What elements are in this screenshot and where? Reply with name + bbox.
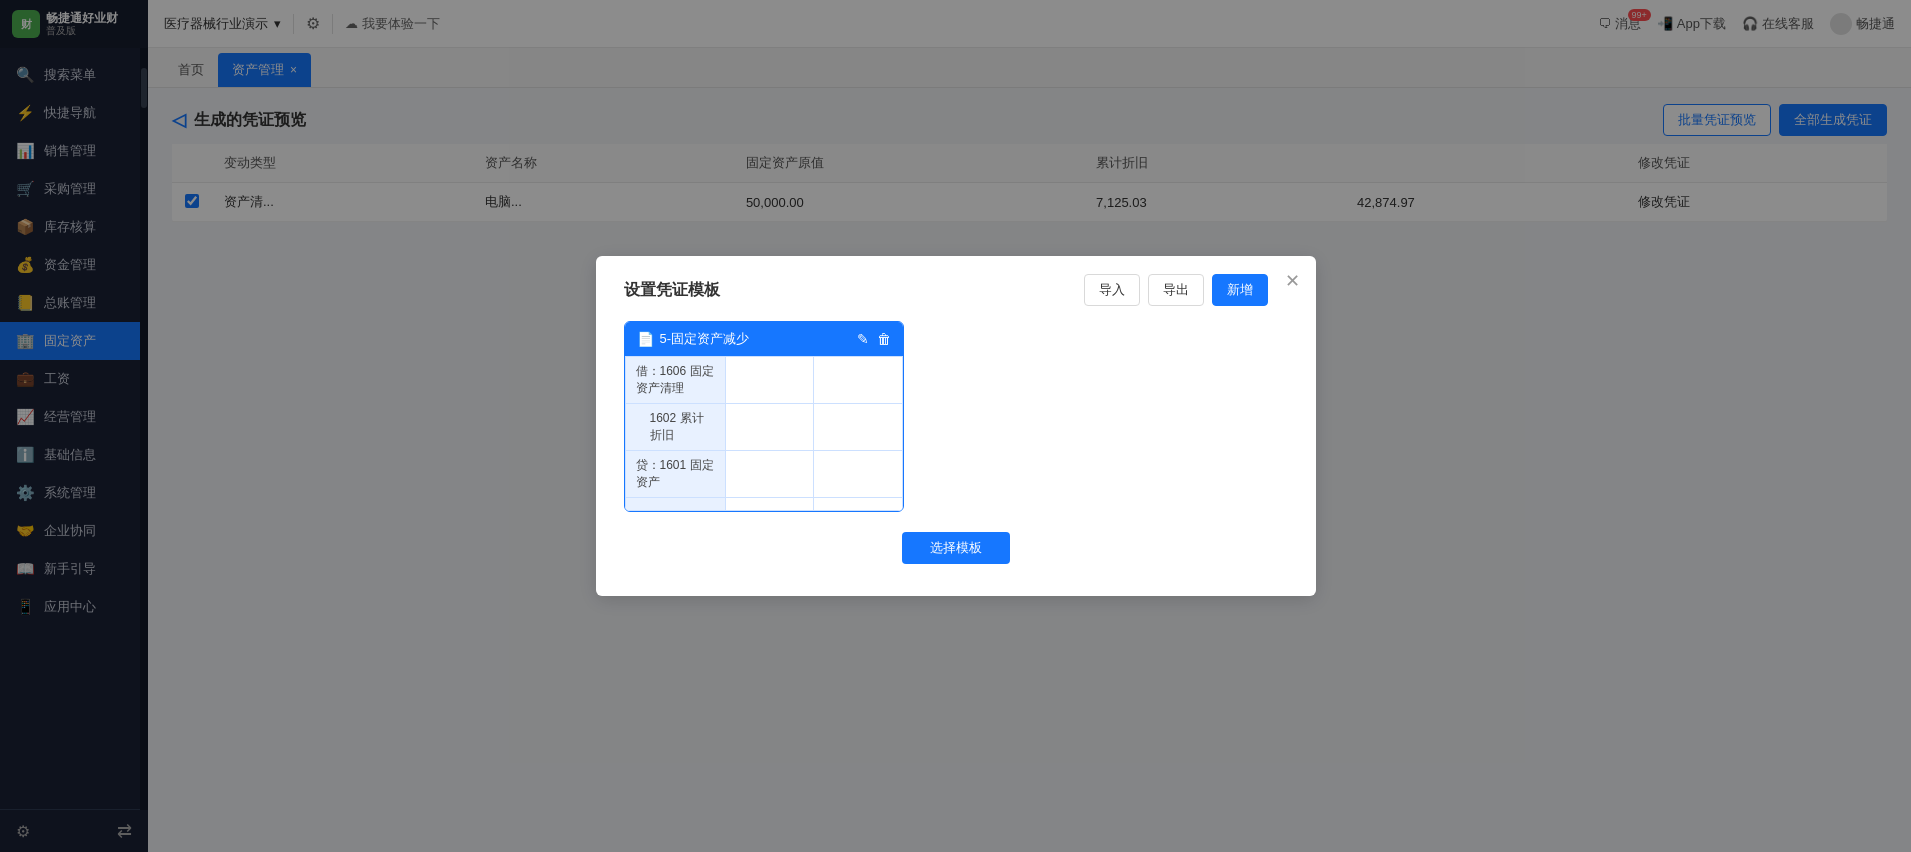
tmpl-credit-3 [814, 498, 903, 511]
tmpl-row-0: 借：1606 固定资产清理 [625, 357, 902, 404]
tmpl-debit-3 [725, 498, 814, 511]
select-template-container: 选择模板 [624, 532, 1288, 564]
template-delete-icon[interactable]: 🗑 [877, 331, 891, 347]
select-template-button[interactable]: 选择模板 [902, 532, 1010, 564]
tmpl-debit-1 [725, 404, 814, 451]
import-button[interactable]: 导入 [1084, 274, 1140, 306]
tmpl-direction-1: 1602 累计折旧 [625, 404, 725, 451]
template-card: 📄 5-固定资产减少 ✎ 🗑 借：1606 固定资产清理 1602 累 [624, 321, 904, 512]
dialog-toolbar: 导入 导出 新增 [1084, 274, 1268, 306]
new-button[interactable]: 新增 [1212, 274, 1268, 306]
template-file-icon: 📄 [637, 331, 654, 347]
export-button[interactable]: 导出 [1148, 274, 1204, 306]
tmpl-direction-2: 贷：1601 固定资产 [625, 451, 725, 498]
tmpl-credit-0 [814, 357, 903, 404]
tmpl-row-2: 贷：1601 固定资产 [625, 451, 902, 498]
dialog: ✕ 设置凭证模板 导入 导出 新增 📄 5-固定资产减少 ✎ 🗑 [596, 256, 1316, 596]
template-table: 借：1606 固定资产清理 1602 累计折旧 贷：1601 固定资产 [625, 356, 903, 511]
template-header-label: 5-固定资产减少 [660, 330, 750, 348]
template-actions: ✎ 🗑 [857, 331, 891, 347]
tmpl-row-3 [625, 498, 902, 511]
dialog-close-button[interactable]: ✕ [1285, 270, 1300, 292]
template-title: 📄 5-固定资产减少 [637, 330, 750, 348]
tmpl-row-1: 1602 累计折旧 [625, 404, 902, 451]
template-card-header: 📄 5-固定资产减少 ✎ 🗑 [625, 322, 903, 356]
tmpl-debit-2 [725, 451, 814, 498]
tmpl-direction-3 [625, 498, 725, 511]
tmpl-credit-1 [814, 404, 903, 451]
tmpl-credit-2 [814, 451, 903, 498]
template-edit-icon[interactable]: ✎ [857, 331, 869, 347]
tmpl-direction-0: 借：1606 固定资产清理 [625, 357, 725, 404]
modal-overlay: ✕ 设置凭证模板 导入 导出 新增 📄 5-固定资产减少 ✎ 🗑 [0, 0, 1911, 852]
tmpl-debit-0 [725, 357, 814, 404]
